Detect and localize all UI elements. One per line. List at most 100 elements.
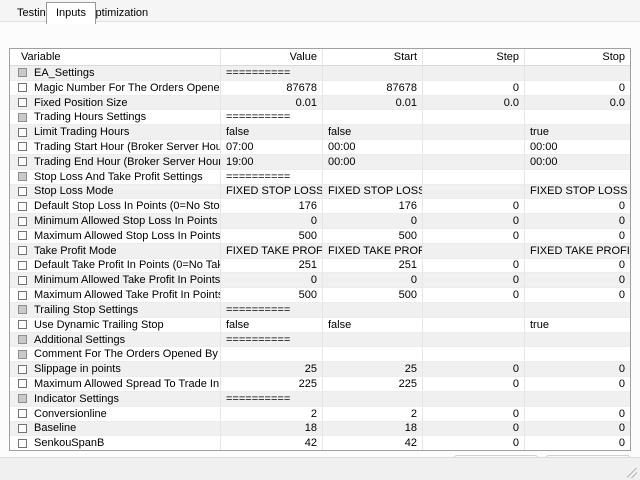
optimize-checkbox[interactable] [18,290,27,300]
cell-value[interactable]: 07:00 [221,140,323,154]
cell-step[interactable]: 0 [423,421,525,436]
cell-stop[interactable] [525,110,630,124]
cell-value[interactable]: ========== [221,169,323,184]
cell-start[interactable]: 225 [323,377,423,391]
cell-step[interactable] [423,332,525,347]
table-row[interactable]: Minimum Allowed Take Profit In Points 0 0 0… [10,273,630,289]
cell-value[interactable]: false [221,317,323,332]
cell-start[interactable] [323,332,423,347]
column-header-value[interactable]: Value [221,49,323,65]
table-row[interactable]: Fixed Position Size 0.01 0.01 0.0 0.0 [10,95,630,111]
section-checkbox[interactable] [18,349,27,359]
cell-stop[interactable]: 0 [525,436,630,450]
resize-grip[interactable] [627,468,637,478]
column-header-variable[interactable]: Variable [10,49,221,65]
cell-start[interactable] [323,391,423,406]
cell-stop[interactable]: 0 [525,362,630,376]
optimize-checkbox[interactable] [18,364,27,374]
cell-start[interactable]: 500 [323,228,423,243]
cell-start[interactable] [323,169,423,184]
cell-step[interactable] [423,125,525,140]
cell-start[interactable]: 251 [323,258,423,273]
section-checkbox[interactable] [18,68,27,78]
table-row[interactable]: Additional Settings ========== [10,332,630,348]
cell-start[interactable]: FIXED STOP LOSS [323,184,423,199]
cell-start[interactable]: 500 [323,288,423,302]
cell-value[interactable]: FIXED STOP LOSS [221,184,323,199]
cell-start[interactable]: 87678 [323,80,423,95]
cell-start[interactable] [323,110,423,125]
cell-stop[interactable]: FIXED TAKE PROFIT [525,244,630,258]
cell-value[interactable]: ========== [221,391,323,406]
cell-stop[interactable] [525,170,630,184]
cell-value[interactable]: 251 [221,258,323,273]
table-row[interactable]: Stop Loss Mode FIXED STOP LOSS FIXED STOP … [10,184,630,200]
cell-value[interactable]: FIXED TAKE PROFIT [221,243,323,258]
cell-step[interactable]: 0 [423,436,525,451]
cell-value[interactable]: ========== [221,66,323,80]
cell-value[interactable]: 87678 [221,80,323,95]
cell-step[interactable]: 0 [423,273,525,288]
cell-value[interactable]: 42 [221,436,323,451]
optimize-checkbox[interactable] [18,423,27,433]
optimize-checkbox[interactable] [18,438,27,448]
cell-step[interactable]: 0 [423,214,525,228]
table-row[interactable]: Slippage in points 25 25 0 0 [10,362,630,378]
cell-step[interactable] [423,66,525,80]
cell-start[interactable]: 18 [323,421,423,436]
cell-value[interactable]: 19:00 [221,154,323,169]
cell-value[interactable]: 18 [221,421,323,436]
column-header-start[interactable]: Start [323,49,423,65]
cell-step[interactable] [423,391,525,406]
cell-step[interactable]: 0 [423,288,525,302]
table-row[interactable]: Conversionline 2 2 0 0 [10,406,630,422]
cell-value[interactable]: 2 [221,406,323,421]
cell-stop[interactable]: 00:00 [525,155,630,169]
table-row[interactable]: Baseline 18 18 0 0 [10,421,630,437]
table-row[interactable]: Indicator Settings ========== [10,391,630,407]
table-row[interactable]: Maximum Allowed Take Profit In Points 500… [10,288,630,303]
cell-stop[interactable]: true [525,125,630,139]
optimize-checkbox[interactable] [18,246,27,256]
cell-start[interactable] [323,66,423,80]
cell-value[interactable]: 176 [221,199,323,214]
cell-start[interactable]: 0 [323,214,423,228]
cell-stop[interactable]: true [525,318,630,332]
table-row[interactable]: Default Stop Loss In Points (0=No Stop L… [10,199,630,215]
cell-start[interactable]: false [323,317,423,332]
cell-step[interactable] [423,140,525,154]
table-row[interactable]: Trading End Hour (Broker Server Hour) 19:… [10,154,630,170]
table-row[interactable]: Trading Start Hour (Broker Server Hour) 0… [10,140,630,155]
optimize-checkbox[interactable] [18,216,27,226]
cell-step[interactable] [423,243,525,258]
cell-start[interactable]: 00:00 [323,140,423,154]
optimize-checkbox[interactable] [18,186,27,196]
cell-step[interactable] [423,184,525,199]
cell-stop[interactable]: 0.0 [525,96,630,110]
cell-start[interactable]: 25 [323,362,423,377]
table-row[interactable]: Magic Number For The Orders Opened By T.… [10,80,630,96]
table-row[interactable]: Limit Trading Hours false false true [10,125,630,141]
cell-start[interactable]: 42 [323,436,423,451]
cell-step[interactable]: 0 [423,377,525,391]
cell-value[interactable]: 500 [221,228,323,243]
cell-stop[interactable]: 00:00 [525,140,630,154]
section-checkbox[interactable] [18,305,27,315]
cell-start[interactable]: 0.01 [323,95,423,110]
column-header-step[interactable]: Step [423,49,525,65]
cell-value[interactable]: 0 [221,273,323,288]
cell-start[interactable]: FIXED TAKE PROFIT [323,243,423,258]
table-row[interactable]: EA_Settings ========== [10,66,630,81]
section-checkbox[interactable] [18,335,27,345]
table-row[interactable]: Trading Hours Settings ========== [10,110,630,126]
cell-value[interactable]: 225 [221,377,323,391]
cell-stop[interactable]: 0 [525,288,630,302]
cell-step[interactable] [423,154,525,169]
cell-start[interactable]: 176 [323,199,423,214]
cell-step[interactable] [423,110,525,125]
optimize-checkbox[interactable] [18,260,27,270]
table-row[interactable]: SenkouSpanB 42 42 0 0 [10,436,630,451]
cell-value[interactable]: ========== [221,110,323,125]
cell-step[interactable]: 0 [423,258,525,273]
cell-step[interactable] [423,303,525,317]
